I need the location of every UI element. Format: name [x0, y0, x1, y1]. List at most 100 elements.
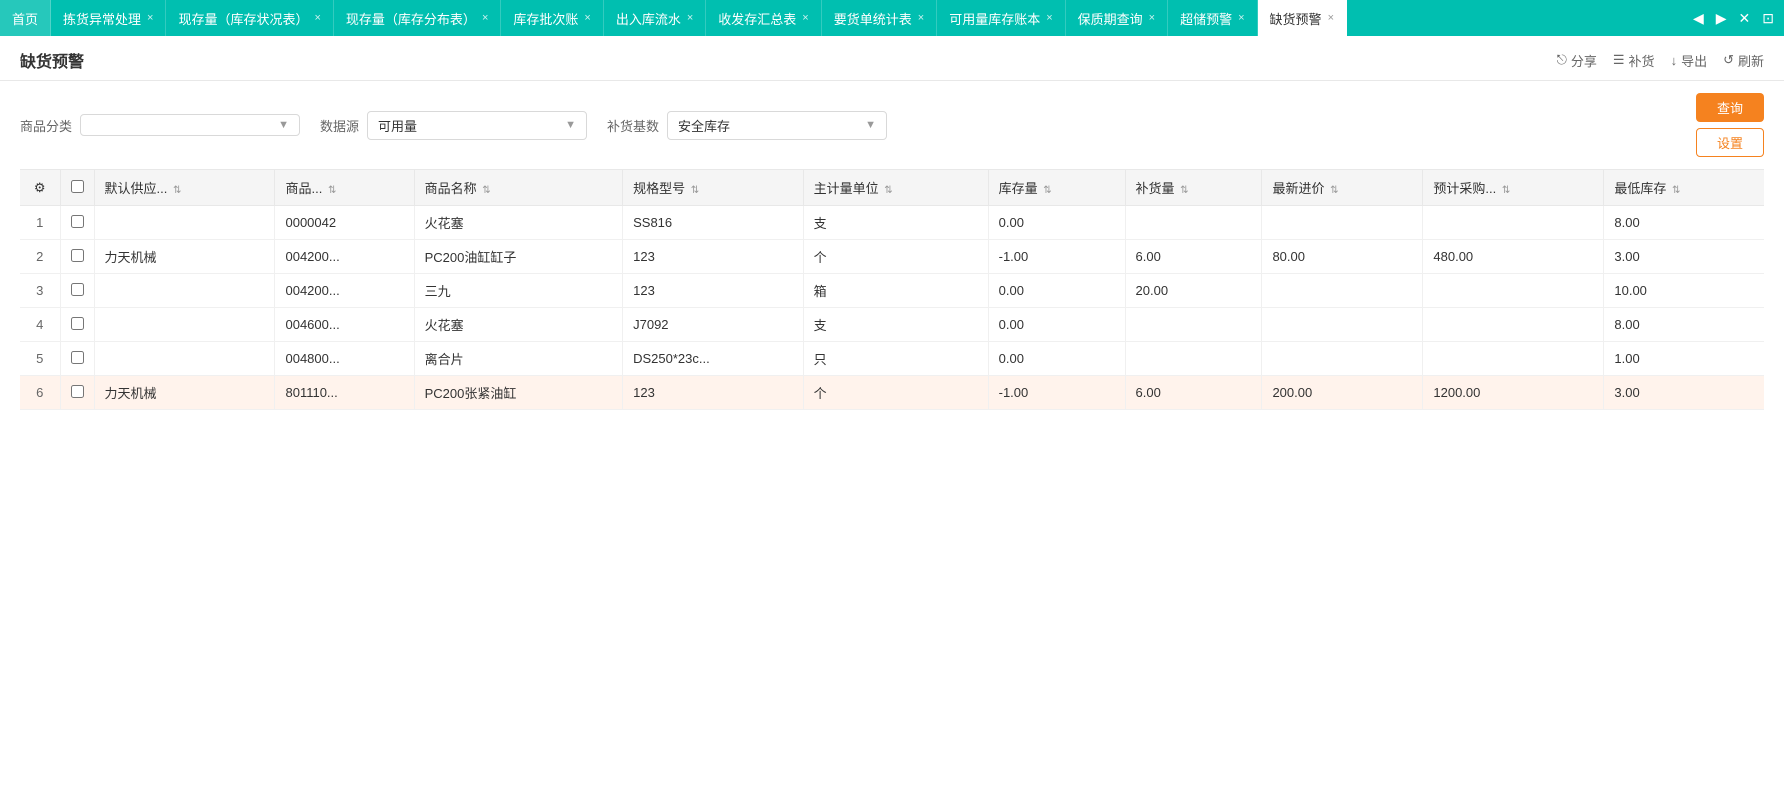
- row-name-3: 三九: [414, 274, 623, 308]
- tab-shortage[interactable]: 缺货预警 ×: [1258, 0, 1347, 36]
- close-tab-inventory-dist[interactable]: ×: [482, 12, 488, 24]
- replenish-icon: ☰: [1613, 52, 1625, 68]
- category-select[interactable]: ▼: [80, 114, 300, 136]
- close-tab-flow[interactable]: ×: [687, 12, 693, 24]
- sort-name-icon[interactable]: ⇅: [482, 185, 490, 196]
- close-tab-available-ledger[interactable]: ×: [1046, 12, 1052, 24]
- tab-overstock[interactable]: 超储预警 ×: [1168, 0, 1257, 36]
- datasource-value: 可用量: [378, 116, 417, 135]
- table-header-row: ⚙ 默认供应... ⇅ 商品... ⇅ 商品名称 ⇅: [20, 170, 1764, 206]
- close-tab-summary[interactable]: ×: [802, 12, 808, 24]
- export-button[interactable]: ↓ 导出: [1671, 51, 1708, 70]
- row-code-3: 004200...: [275, 274, 414, 308]
- row-stock-3: 0.00: [988, 274, 1125, 308]
- row-replenish-1: [1125, 206, 1262, 240]
- row-unit-5: 只: [803, 342, 988, 376]
- refresh-button[interactable]: ↺ 刷新: [1723, 51, 1764, 70]
- sort-code-icon[interactable]: ⇅: [328, 185, 336, 196]
- row-est-purchase-3: [1423, 274, 1604, 308]
- row-select-4[interactable]: [71, 317, 84, 330]
- tab-inventory-dist[interactable]: 现存量（库存分布表） ×: [334, 0, 501, 36]
- tab-prev-button[interactable]: ◀: [1687, 0, 1710, 36]
- row-select-5[interactable]: [71, 351, 84, 364]
- row-unit-4: 支: [803, 308, 988, 342]
- select-all-checkbox[interactable]: [71, 180, 84, 193]
- th-replenish: 补货量 ⇅: [1125, 170, 1262, 206]
- close-tab-picking[interactable]: ×: [147, 12, 153, 24]
- row-spec-2: 123: [623, 240, 804, 274]
- row-checkbox-3[interactable]: [60, 274, 94, 308]
- row-est-purchase-6: 1200.00: [1423, 376, 1604, 410]
- close-tab-inventory-status[interactable]: ×: [314, 12, 320, 24]
- row-select-2[interactable]: [71, 249, 84, 262]
- row-select-3[interactable]: [71, 283, 84, 296]
- row-name-2: PC200油缸缸子: [414, 240, 623, 274]
- sort-stock-icon[interactable]: ⇅: [1043, 185, 1051, 196]
- close-tab-overstock[interactable]: ×: [1238, 12, 1244, 24]
- page-header: 缺货预警 ⎋ 分享 ☰ 补货 ↓ 导出 ↺ 刷新: [0, 36, 1784, 81]
- row-checkbox-1[interactable]: [60, 206, 94, 240]
- sort-latest-price-icon[interactable]: ⇅: [1330, 185, 1338, 196]
- sort-min-stock-icon[interactable]: ⇅: [1672, 185, 1680, 196]
- row-spec-4: J7092: [623, 308, 804, 342]
- sort-supplier-icon[interactable]: ⇅: [173, 185, 181, 196]
- tab-next-button[interactable]: ▶: [1710, 0, 1733, 36]
- replenish-value: 安全库存: [678, 116, 730, 135]
- sort-spec-icon[interactable]: ⇅: [691, 185, 699, 196]
- settings-button[interactable]: 设置: [1696, 128, 1764, 157]
- row-checkbox-4[interactable]: [60, 308, 94, 342]
- th-settings: ⚙: [20, 170, 60, 206]
- row-num-1: 1: [20, 206, 60, 240]
- tab-expand-button[interactable]: ⊡: [1756, 0, 1780, 36]
- row-select-6[interactable]: [71, 385, 84, 398]
- tab-order-stats[interactable]: 要货单统计表 ×: [822, 0, 937, 36]
- tab-batch[interactable]: 库存批次账 ×: [501, 0, 603, 36]
- tab-close-all-button[interactable]: ✕: [1733, 0, 1757, 36]
- row-checkbox-6[interactable]: [60, 376, 94, 410]
- close-tab-order-stats[interactable]: ×: [918, 12, 924, 24]
- tab-flow[interactable]: 出入库流水 ×: [604, 0, 706, 36]
- row-select-1[interactable]: [71, 215, 84, 228]
- replenish-filter-group: 补货基数 安全库存 ▼: [607, 111, 887, 140]
- row-name-6: PC200张紧油缸: [414, 376, 623, 410]
- row-min-stock-3: 10.00: [1604, 274, 1764, 308]
- tab-inventory-status[interactable]: 现存量（库存状况表） ×: [166, 0, 333, 36]
- sort-replenish-icon[interactable]: ⇅: [1180, 185, 1188, 196]
- row-replenish-6: 6.00: [1125, 376, 1262, 410]
- tab-summary[interactable]: 收发存汇总表 ×: [706, 0, 821, 36]
- datasource-select[interactable]: 可用量 ▼: [367, 111, 587, 140]
- row-checkbox-2[interactable]: [60, 240, 94, 274]
- sort-unit-icon[interactable]: ⇅: [884, 185, 892, 196]
- close-tab-batch[interactable]: ×: [584, 12, 590, 24]
- gear-icon[interactable]: ⚙: [34, 180, 46, 195]
- row-replenish-3: 20.00: [1125, 274, 1262, 308]
- data-table: ⚙ 默认供应... ⇅ 商品... ⇅ 商品名称 ⇅: [20, 169, 1764, 410]
- tab-picking[interactable]: 拣货异常处理 ×: [51, 0, 166, 36]
- row-spec-3: 123: [623, 274, 804, 308]
- row-replenish-5: [1125, 342, 1262, 376]
- row-min-stock-2: 3.00: [1604, 240, 1764, 274]
- row-latest-price-5: [1262, 342, 1423, 376]
- tab-bar: 首页 拣货异常处理 × 现存量（库存状况表） × 现存量（库存分布表） × 库存…: [0, 0, 1784, 36]
- row-replenish-4: [1125, 308, 1262, 342]
- close-tab-expiry[interactable]: ×: [1149, 12, 1155, 24]
- query-button[interactable]: 查询: [1696, 93, 1764, 122]
- tab-home[interactable]: 首页: [0, 0, 51, 36]
- row-num-3: 3: [20, 274, 60, 308]
- replenish-select[interactable]: 安全库存 ▼: [667, 111, 887, 140]
- tab-available-ledger[interactable]: 可用量库存账本 ×: [937, 0, 1065, 36]
- th-unit: 主计量单位 ⇅: [803, 170, 988, 206]
- tab-expiry[interactable]: 保质期查询 ×: [1066, 0, 1168, 36]
- row-replenish-2: 6.00: [1125, 240, 1262, 274]
- row-supplier-6: 力天机械: [94, 376, 275, 410]
- row-checkbox-5[interactable]: [60, 342, 94, 376]
- row-latest-price-3: [1262, 274, 1423, 308]
- row-unit-6: 个: [803, 376, 988, 410]
- sort-est-purchase-icon[interactable]: ⇅: [1502, 185, 1510, 196]
- row-name-4: 火花塞: [414, 308, 623, 342]
- category-select-arrow-icon: ▼: [278, 119, 289, 131]
- row-spec-5: DS250*23c...: [623, 342, 804, 376]
- replenish-button[interactable]: ☰ 补货: [1613, 51, 1655, 70]
- close-tab-shortage[interactable]: ×: [1328, 12, 1334, 24]
- share-button[interactable]: ⎋ 分享: [1557, 51, 1597, 70]
